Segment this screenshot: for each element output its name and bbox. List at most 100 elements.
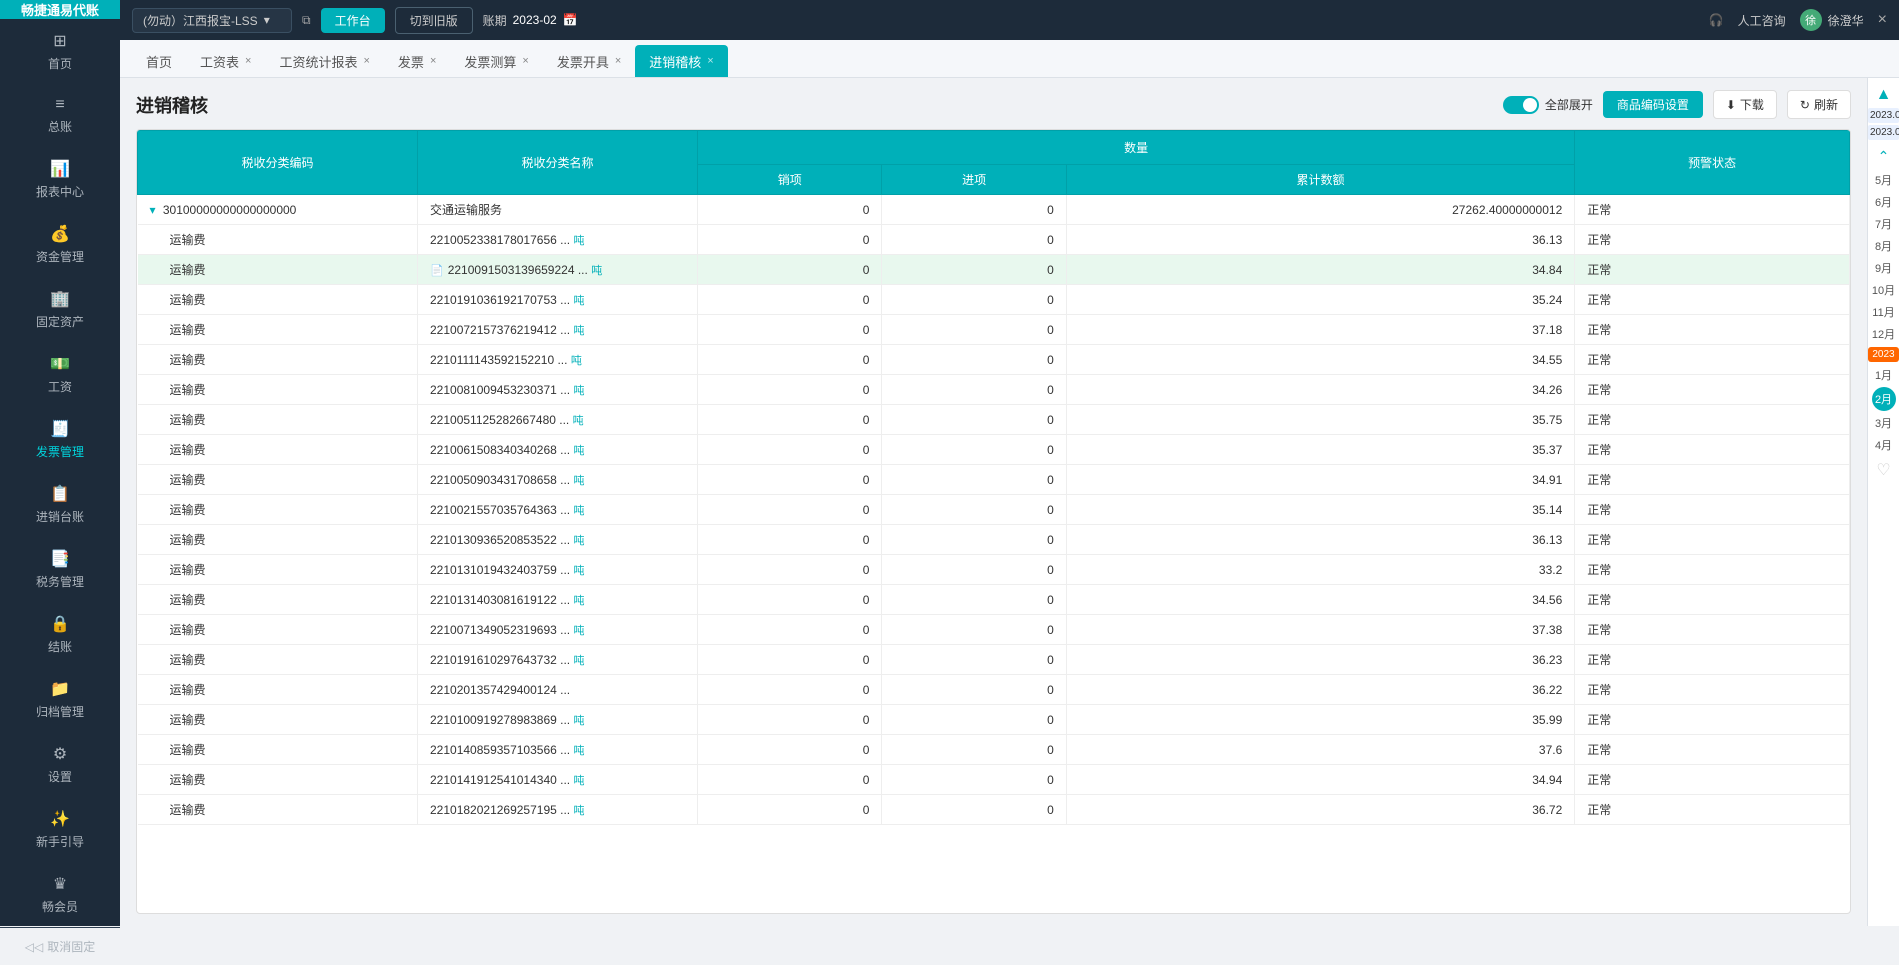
item-name: 运输费	[138, 405, 418, 435]
tab-payroll[interactable]: 工资表 ×	[186, 45, 265, 77]
tab-invoice-calc-close[interactable]: ×	[522, 55, 528, 67]
table-row[interactable]: 运输费 2210021557035764363 ... 吨 0 0 35.14 …	[138, 495, 1850, 525]
item-status: 正常	[1575, 435, 1850, 465]
tab-invoice-open-close[interactable]: ×	[615, 55, 621, 67]
table-row[interactable]: 运输费 2210071349052319693 ... 吨 0 0 37.38 …	[138, 615, 1850, 645]
item-name: 运输费	[138, 375, 418, 405]
item-total: 35.24	[1066, 285, 1574, 315]
table-row[interactable]: ▾ 30100000000000000000 交通运输服务 0 0 27262.…	[138, 195, 1850, 225]
tab-reconcile[interactable]: 进销稽核 ×	[635, 45, 727, 77]
tab-payroll-stat-label: 工资统计报表	[279, 52, 357, 71]
company-selector[interactable]: (勿动）江西报宝-LSS ▾	[132, 8, 292, 33]
table-row[interactable]: 运输费 2210191036192170753 ... 吨 0 0 35.24 …	[138, 285, 1850, 315]
tab-invoice-open[interactable]: 发票开具 ×	[543, 45, 635, 77]
tab-payroll-stat[interactable]: 工资统计报表 ×	[265, 45, 383, 77]
item-purchase: 0	[882, 675, 1066, 705]
fund-icon: 💰	[50, 224, 70, 244]
month-11[interactable]: 11月	[1868, 301, 1899, 323]
table-row[interactable]: 运输费 2210130936520853522 ... 吨 0 0 36.13 …	[138, 525, 1850, 555]
sidebar-item-purchase-sale[interactable]: 📋 进销台账	[0, 472, 120, 537]
month-3[interactable]: 3月	[1868, 412, 1899, 434]
user-area[interactable]: 徐 徐澄华	[1800, 9, 1864, 31]
item-name: 运输费	[138, 735, 418, 765]
expand-all-toggle[interactable]: 全部展开	[1503, 96, 1593, 114]
sidebar-item-invoice-mgmt[interactable]: 🧾 发票管理	[0, 407, 120, 472]
table-row[interactable]: 运输费 2210081009453230371 ... 吨 0 0 34.26 …	[138, 375, 1850, 405]
asset-icon: 🏢	[50, 289, 70, 309]
switch-version-button[interactable]: 切到旧版	[395, 7, 473, 34]
year-2023-label-2: 2023.02	[1868, 125, 1899, 140]
sidebar-item-report[interactable]: 📊 报表中心	[0, 147, 120, 212]
tab-invoice-calc[interactable]: 发票测算 ×	[450, 45, 542, 77]
sidebar-item-archive[interactable]: 📁 归档管理	[0, 667, 120, 732]
table-row[interactable]: 运输费 2210052338178017656 ... 吨 0 0 36.13 …	[138, 225, 1850, 255]
table-row[interactable]: 运输费 2210061508340340268 ... 吨 0 0 35.37 …	[138, 435, 1850, 465]
sidebar-item-member[interactable]: ♛ 畅会员	[0, 862, 120, 927]
tab-reconcile-close[interactable]: ×	[707, 55, 713, 67]
item-status: 正常	[1575, 375, 1850, 405]
table-row[interactable]: 运输费 2210100919278983869 ... 吨 0 0 35.99 …	[138, 705, 1850, 735]
month-7[interactable]: 7月	[1868, 213, 1899, 235]
refresh-button[interactable]: ↻ 刷新	[1787, 90, 1851, 119]
product-code-button[interactable]: 商品编码设置	[1603, 91, 1703, 118]
table-row[interactable]: 运输费 2210140859357103566 ... 吨 0 0 37.6 正…	[138, 735, 1850, 765]
month-2-active[interactable]: 2月	[1872, 387, 1896, 411]
table-row[interactable]: 运输费 2210111143592152210 ... 吨 0 0 34.55 …	[138, 345, 1850, 375]
invoice-mgmt-icon: 🧾	[50, 419, 70, 439]
tab-invoice-close[interactable]: ×	[430, 55, 436, 67]
content-area: 进销稽核 全部展开 商品编码设置 ⬇ 下载 ↻ 刷新	[120, 78, 1899, 926]
sidebar-item-payroll[interactable]: 💵 工资	[0, 342, 120, 407]
sidebar-item-settings[interactable]: ⚙ 设置	[0, 732, 120, 797]
year-up-arrow[interactable]: ▲	[1872, 82, 1896, 108]
table-row[interactable]: 运输费 2210050903431708658 ... 吨 0 0 34.91 …	[138, 465, 1850, 495]
tab-payroll-close[interactable]: ×	[245, 55, 251, 67]
expand-icon[interactable]: ▾	[150, 203, 156, 217]
download-button[interactable]: ⬇ 下载	[1713, 90, 1777, 119]
table-row[interactable]: 运输费 📄2210091503139659224 ... 吨 0 0 34.84…	[138, 255, 1850, 285]
item-name: 运输费	[138, 225, 418, 255]
tab-payroll-stat-close[interactable]: ×	[363, 55, 369, 67]
sidebar-item-asset[interactable]: 🏢 固定资产	[0, 277, 120, 342]
unpin-button[interactable]: ◁◁ 取消固定	[0, 927, 120, 965]
sidebar-item-guide[interactable]: ✨ 新手引导	[0, 797, 120, 862]
item-sales: 0	[698, 255, 882, 285]
month-1[interactable]: 1月	[1868, 364, 1899, 386]
item-name: 运输费	[138, 765, 418, 795]
toggle-switch[interactable]	[1503, 96, 1539, 114]
month-6[interactable]: 6月	[1868, 191, 1899, 213]
table-row[interactable]: 运输费 2210131403081619122 ... 吨 0 0 34.56 …	[138, 585, 1850, 615]
workspace-button[interactable]: 工作台	[321, 8, 385, 33]
month-9[interactable]: 9月	[1868, 257, 1899, 279]
close-window-icon[interactable]: ×	[1878, 11, 1887, 29]
month-12[interactable]: 12月	[1868, 323, 1899, 345]
month-10[interactable]: 10月	[1868, 279, 1899, 301]
sidebar-item-ledger[interactable]: ≡ 总账	[0, 84, 120, 147]
month-5[interactable]: 5月	[1868, 169, 1899, 191]
item-status: 正常	[1575, 315, 1850, 345]
calendar-icon[interactable]: 📅	[563, 13, 578, 27]
th-total-qty: 累计数额	[1066, 165, 1574, 195]
item-purchase: 0	[882, 765, 1066, 795]
item-total: 35.75	[1066, 405, 1574, 435]
table-row[interactable]: 运输费 2210201357429400124 ... 0 0 36.22 正常	[138, 675, 1850, 705]
sidebar-item-tax[interactable]: 📑 税务管理	[0, 537, 120, 602]
month-8[interactable]: 8月	[1868, 235, 1899, 257]
sidebar-item-home[interactable]: ⊞ 首页	[0, 19, 120, 84]
item-purchase: 0	[882, 615, 1066, 645]
table-row[interactable]: 运输费 2210141912541014340 ... 吨 0 0 34.94 …	[138, 765, 1850, 795]
table-row[interactable]: 运输费 2210131019432403759 ... 吨 0 0 33.2 正…	[138, 555, 1850, 585]
tab-invoice[interactable]: 发票 ×	[384, 45, 450, 77]
sidebar-item-fund[interactable]: 💰 资金管理	[0, 212, 120, 277]
table-row[interactable]: 运输费 2210182021269257195 ... 吨 0 0 36.72 …	[138, 795, 1850, 825]
th-quantity: 数量	[698, 131, 1575, 165]
item-code: 2210061508340340268 ... 吨	[418, 435, 698, 465]
sidebar-item-close[interactable]: 🔒 结账	[0, 602, 120, 667]
month-4[interactable]: 4月	[1868, 434, 1899, 456]
table-row[interactable]: 运输费 2210072157376219412 ... 吨 0 0 37.18 …	[138, 315, 1850, 345]
tab-home[interactable]: 首页	[132, 45, 186, 77]
table-row[interactable]: 运输费 2210051125282667480 ... 吨 0 0 35.75 …	[138, 405, 1850, 435]
up-chevron[interactable]: ⌃	[1874, 144, 1894, 169]
table-row[interactable]: 运输费 2210191610297643732 ... 吨 0 0 36.23 …	[138, 645, 1850, 675]
main-area: (勿动）江西报宝-LSS ▾ ⧉ 工作台 切到旧版 账期 2023-02 📅 🎧…	[120, 0, 1899, 926]
sidebar-item-label: 税务管理	[36, 573, 84, 590]
